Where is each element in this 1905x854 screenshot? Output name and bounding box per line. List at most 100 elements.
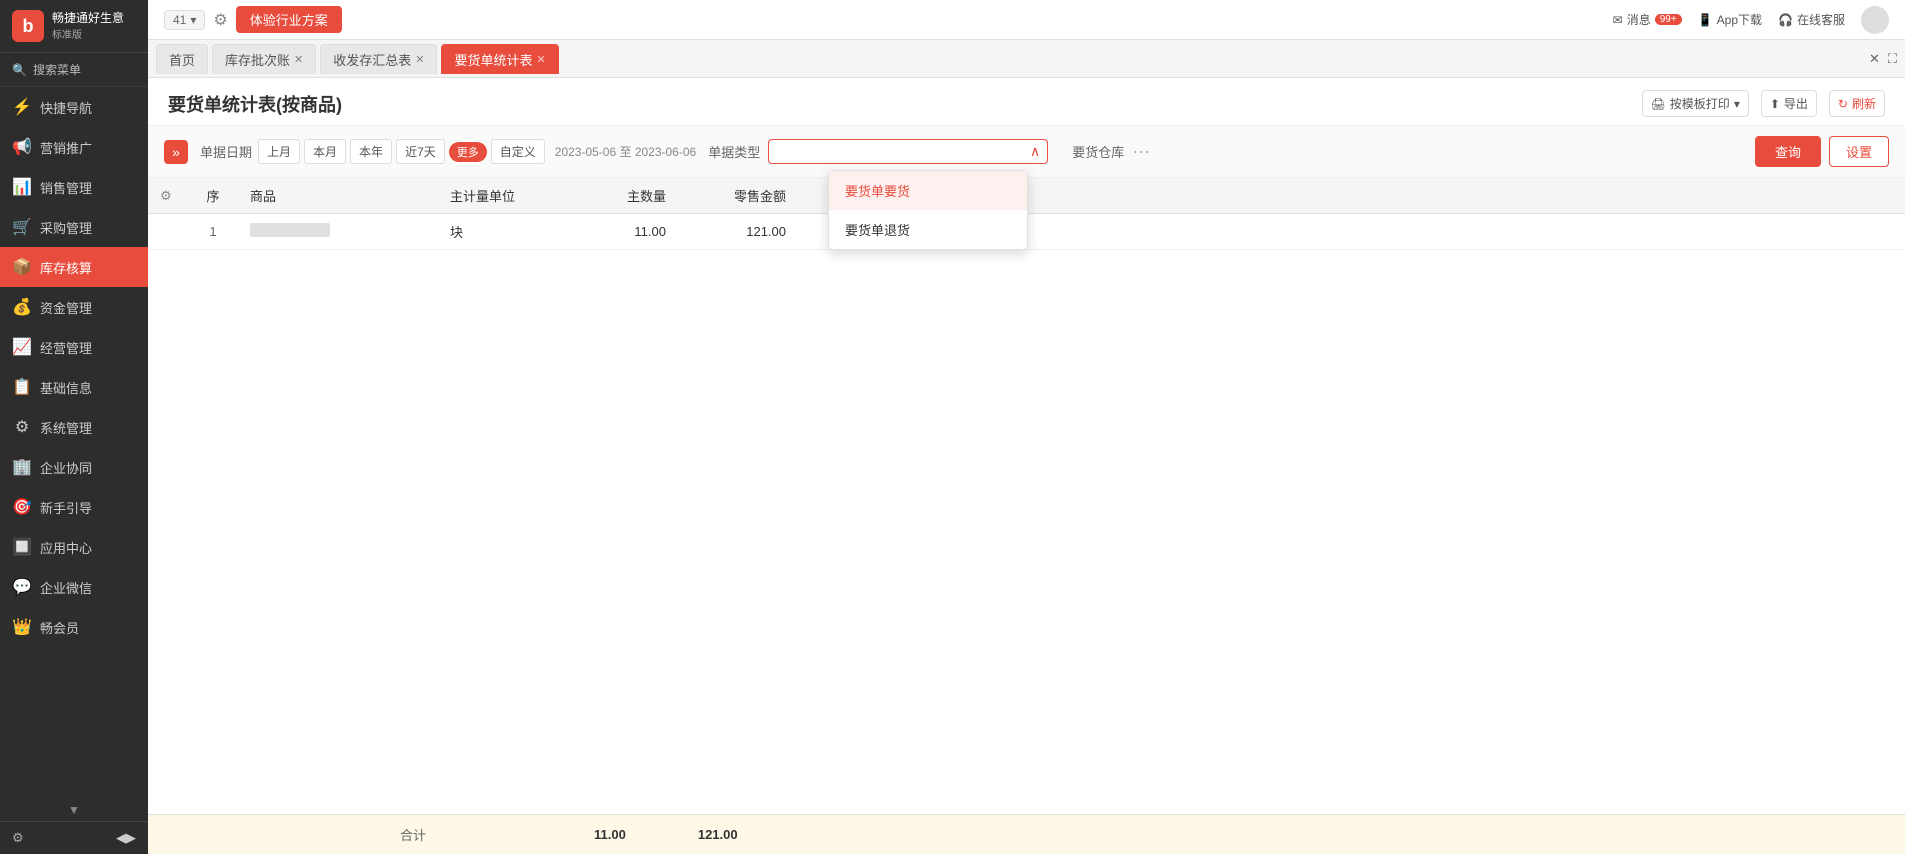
logo-icon: b	[12, 10, 44, 42]
footer-quantity: 11.00	[594, 827, 626, 842]
dropdown-item-order-goods[interactable]: 要货单要货	[829, 171, 1027, 210]
date-range-display: 2023-05-06 至 2023-06-06	[555, 143, 696, 160]
messages-item[interactable]: ✉ 消息 99+	[1613, 11, 1682, 28]
search-label: 搜索菜单	[33, 61, 81, 78]
tab-home[interactable]: 首页	[156, 44, 208, 74]
warehouse-filter-group: 要货仓库 ···	[1072, 141, 1150, 162]
enterprise-icon: 🏢	[12, 457, 32, 477]
dropdown-item-label: 要货单退货	[845, 223, 910, 238]
query-button[interactable]: 查询	[1755, 136, 1821, 167]
tab-label: 首页	[169, 50, 195, 69]
export-button[interactable]: ⬆ 导出	[1761, 90, 1817, 117]
filter-settings-button[interactable]: 设置	[1829, 136, 1889, 167]
app-name: 畅捷通好生意	[52, 11, 124, 27]
filter-bar: » 单据日期 上月 本月 本年 近7天 更多 自定义 2023-05-06 至 …	[148, 126, 1905, 178]
last-month-btn[interactable]: 上月	[258, 139, 300, 164]
tab-close-icon[interactable]: ✕	[294, 53, 303, 66]
topbar-right: ✉ 消息 99+ 📱 App下载 🎧 在线客服	[1613, 6, 1889, 34]
tab-expand-icon[interactable]: ⛶	[1888, 51, 1897, 67]
sidebar-item-enterprise[interactable]: 🏢 企业协同	[0, 447, 148, 487]
main-area: 41 ▾ ⚙ 体验行业方案 ✉ 消息 99+ 📱 App下载 🎧 在线客服	[148, 0, 1905, 854]
newbie-icon: 🎯	[12, 497, 32, 517]
search-icon: 🔍	[12, 63, 27, 77]
cell-product	[238, 214, 438, 250]
messages-badge: 99+	[1655, 14, 1682, 25]
sidebar-item-finance[interactable]: 💰 资金管理	[0, 287, 148, 327]
input-clear-icon[interactable]: ∧	[1030, 143, 1040, 160]
custom-date-btn[interactable]: 自定义	[491, 139, 545, 164]
more-filter-icon[interactable]: ···	[1132, 141, 1150, 162]
cell-settings	[148, 214, 188, 250]
print-button[interactable]: 🖨 按模板打印 ▾	[1642, 90, 1749, 117]
export-label: 导出	[1784, 95, 1808, 112]
app-download-label: App下载	[1717, 11, 1762, 28]
online-service-item[interactable]: 🎧 在线客服	[1778, 11, 1845, 28]
tabs-right-controls: ✕ ⛶	[1869, 51, 1897, 67]
version-dropdown-icon[interactable]: ▾	[190, 13, 196, 27]
dropdown-item-order-return[interactable]: 要货单退货	[829, 210, 1027, 249]
tab-close-icon[interactable]: ✕	[537, 53, 546, 66]
tab-close-icon[interactable]: ✕	[415, 53, 424, 66]
online-service-label: 在线客服	[1797, 11, 1845, 28]
marketing-icon: 📢	[12, 137, 32, 157]
app-version: 标准版	[52, 26, 124, 41]
page-header: 要货单统计表(按商品) 🖨 按模板打印 ▾ ⬆ 导出 ↻ 刷新	[148, 78, 1905, 126]
app-download-item[interactable]: 📱 App下载	[1698, 11, 1762, 28]
topbar-gear-icon[interactable]: ⚙	[213, 10, 227, 30]
sidebar-item-newbie[interactable]: 🎯 新手引导	[0, 487, 148, 527]
member-icon: 👑	[12, 617, 32, 637]
more-dates-btn[interactable]: 更多	[449, 142, 487, 162]
messages-label: 消息	[1627, 11, 1651, 28]
sidebar-item-quick-nav[interactable]: ⚡ 快捷导航	[0, 87, 148, 127]
sidebar-item-member[interactable]: 👑 畅会员	[0, 607, 148, 647]
tab-order-stats[interactable]: 要货单统计表 ✕	[441, 44, 558, 74]
sidebar-item-app-center[interactable]: 🔲 应用中心	[0, 527, 148, 567]
col-unit: 主计量单位	[438, 178, 558, 214]
messages-icon: ✉	[1613, 13, 1623, 27]
basic-info-icon: 📋	[12, 377, 32, 397]
settings-icon[interactable]: ⚙	[12, 830, 24, 846]
sidebar-collapse-icon[interactable]: ◀▶	[116, 830, 136, 846]
dropdown-item-label: 要货单要货	[845, 184, 910, 199]
this-month-btn[interactable]: 本月	[304, 139, 346, 164]
sidebar-item-label: 库存核算	[40, 258, 92, 277]
type-filter-input[interactable]	[768, 139, 1048, 164]
table-settings-icon[interactable]: ⚙	[160, 188, 172, 203]
sidebar-nav: ⚡ 快捷导航 📢 营销推广 📊 销售管理 🛒 采购管理 📦 库存核算 💰 资金管…	[0, 87, 148, 799]
refresh-icon: ↻	[1838, 97, 1848, 111]
sidebar-item-sales[interactable]: 📊 销售管理	[0, 167, 148, 207]
tab-close-all-icon[interactable]: ✕	[1869, 51, 1880, 67]
date-filter-group: 单据日期 上月 本月 本年 近7天 更多 自定义 2023-05-06 至 20…	[200, 139, 696, 164]
sidebar-item-inventory[interactable]: 📦 库存核算	[0, 247, 148, 287]
wechat-icon: 💬	[12, 577, 32, 597]
sales-icon: 📊	[12, 177, 32, 197]
purchase-icon: 🛒	[12, 217, 32, 237]
expand-filter-button[interactable]: »	[164, 140, 188, 164]
tab-label: 要货单统计表	[454, 50, 532, 69]
tab-receive-summary[interactable]: 收发存汇总表 ✕	[320, 44, 437, 74]
sidebar-item-label: 应用中心	[40, 538, 92, 557]
content-area: 要货单统计表(按商品) 🖨 按模板打印 ▾ ⬆ 导出 ↻ 刷新 »	[148, 78, 1905, 854]
last-7-days-btn[interactable]: 近7天	[396, 139, 445, 164]
tab-inventory-batch[interactable]: 库存批次账 ✕	[212, 44, 316, 74]
this-year-btn[interactable]: 本年	[350, 139, 392, 164]
avatar[interactable]	[1861, 6, 1889, 34]
trial-button[interactable]: 体验行业方案	[236, 6, 342, 33]
sidebar-item-wechat[interactable]: 💬 企业微信	[0, 567, 148, 607]
type-dropdown: 要货单要货 要货单退货	[828, 170, 1028, 250]
sidebar-item-label: 畅会员	[40, 618, 79, 637]
app-download-icon: 📱	[1698, 13, 1713, 27]
sidebar-item-basic-info[interactable]: 📋 基础信息	[0, 367, 148, 407]
sidebar-item-system[interactable]: ⚙ 系统管理	[0, 407, 148, 447]
sidebar-item-operations[interactable]: 📈 经营管理	[0, 327, 148, 367]
sidebar-item-purchase[interactable]: 🛒 采购管理	[0, 207, 148, 247]
sidebar-scroll-down[interactable]: ▼	[0, 799, 148, 821]
type-filter-group: 单据类型 ∧	[708, 139, 1048, 164]
date-shortcuts: 上月 本月 本年 近7天 更多 自定义	[258, 139, 545, 164]
cell-amount: 121.00	[678, 214, 798, 250]
sidebar-item-marketing[interactable]: 📢 营销推广	[0, 127, 148, 167]
sidebar-search[interactable]: 🔍 搜索菜单	[0, 53, 148, 87]
topbar: 41 ▾ ⚙ 体验行业方案 ✉ 消息 99+ 📱 App下载 🎧 在线客服	[148, 0, 1905, 40]
refresh-button[interactable]: ↻ 刷新	[1829, 90, 1885, 117]
col-num: 序	[188, 178, 238, 214]
